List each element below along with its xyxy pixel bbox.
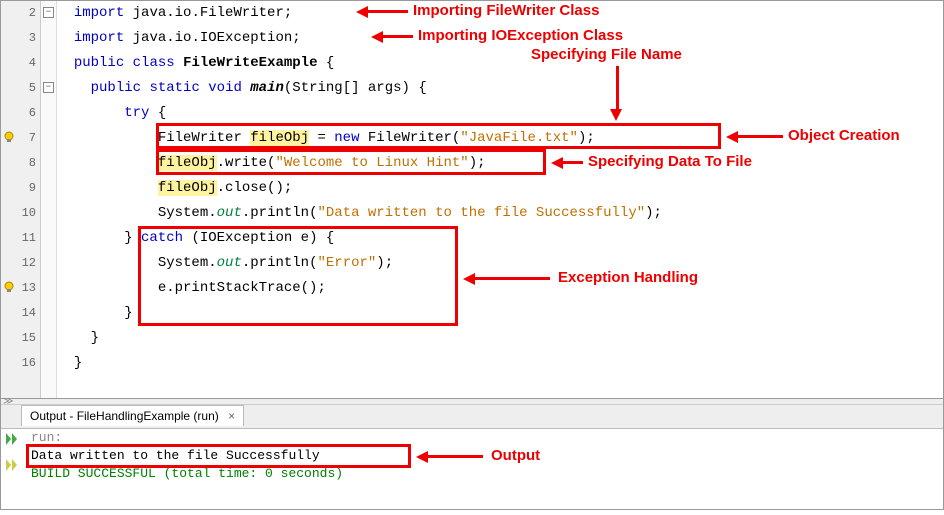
arrow-line bbox=[475, 277, 550, 280]
code-editor[interactable]: 2 3 4 5 6 7 8 9 10 11 12 13 14 15 16 − −… bbox=[1, 1, 943, 399]
output-panel: Output - FileHandlingExample (run) × run… bbox=[1, 405, 943, 515]
annotation-label: Exception Handling bbox=[558, 269, 698, 286]
fold-toggle[interactable]: − bbox=[43, 82, 54, 93]
arrow-line bbox=[563, 161, 583, 164]
arrow-icon bbox=[551, 157, 563, 169]
code-line[interactable]: } bbox=[57, 326, 943, 351]
annotation-label: Output bbox=[491, 447, 540, 465]
output-tab[interactable]: Output - FileHandlingExample (run) × bbox=[21, 405, 244, 426]
output-line: Data written to the file Successfully bbox=[31, 447, 943, 465]
hint-bulb-icon[interactable] bbox=[3, 281, 15, 293]
code-line[interactable]: public class FileWriteExample { bbox=[57, 51, 943, 76]
arrow-icon bbox=[610, 109, 622, 121]
output-line: BUILD SUCCESSFUL (total time: 0 seconds) bbox=[31, 465, 943, 483]
code-line[interactable]: public static void main(String[] args) { bbox=[57, 76, 943, 101]
close-icon[interactable]: × bbox=[228, 409, 235, 423]
code-line[interactable]: } catch (IOException e) { bbox=[57, 226, 943, 251]
code-line[interactable]: } bbox=[57, 351, 943, 376]
output-tab-bar: Output - FileHandlingExample (run) × bbox=[1, 405, 943, 429]
fold-column: − − bbox=[41, 1, 57, 398]
arrow-line bbox=[616, 66, 619, 111]
annotation-label: Importing FileWriter Class bbox=[413, 2, 599, 19]
line-number-gutter: 2 3 4 5 6 7 8 9 10 11 12 13 14 15 16 bbox=[1, 1, 41, 398]
fold-toggle[interactable]: − bbox=[43, 7, 54, 18]
arrow-icon bbox=[356, 6, 368, 18]
arrow-line bbox=[383, 35, 413, 38]
annotation-label: Specifying Data To File bbox=[588, 153, 752, 170]
output-toolbar bbox=[1, 429, 25, 481]
arrow-icon bbox=[416, 451, 428, 463]
run-icon[interactable] bbox=[3, 457, 21, 473]
code-line[interactable]: fileObj.write("Welcome to Linux Hint"); bbox=[57, 151, 943, 176]
code-area[interactable]: import java.io.FileWriter; import java.i… bbox=[57, 1, 943, 376]
arrow-line bbox=[738, 135, 783, 138]
annotation-label: Importing IOException Class bbox=[418, 27, 623, 44]
code-line[interactable]: } bbox=[57, 301, 943, 326]
arrow-line bbox=[368, 10, 408, 13]
annotation-label: Specifying File Name bbox=[531, 46, 682, 63]
arrow-icon bbox=[463, 273, 475, 285]
output-line: run: bbox=[31, 429, 943, 447]
run-icon[interactable] bbox=[3, 431, 21, 447]
code-line[interactable]: System.out.println("Data written to the … bbox=[57, 201, 943, 226]
code-line[interactable]: try { bbox=[57, 101, 943, 126]
hint-bulb-icon[interactable] bbox=[3, 131, 15, 143]
output-body[interactable]: run: Data written to the file Successful… bbox=[1, 429, 943, 483]
arrow-line bbox=[428, 455, 483, 458]
arrow-icon bbox=[726, 131, 738, 143]
output-tab-label: Output - FileHandlingExample (run) bbox=[30, 409, 219, 423]
code-line[interactable]: System.out.println("Error"); bbox=[57, 251, 943, 276]
arrow-icon bbox=[371, 31, 383, 43]
code-line[interactable]: fileObj.close(); bbox=[57, 176, 943, 201]
annotation-label: Object Creation bbox=[788, 127, 900, 144]
